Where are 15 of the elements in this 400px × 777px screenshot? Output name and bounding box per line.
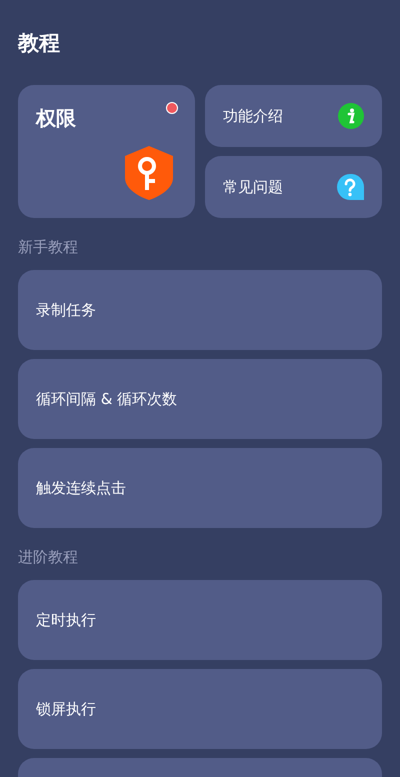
feature-card[interactable]: 功能介绍 — [205, 85, 382, 147]
section-heading: 进阶教程 — [18, 547, 79, 567]
tutorial-item[interactable]: 触发连续点击 — [18, 448, 382, 528]
feature-card[interactable]: 常见问题 — [205, 156, 382, 218]
page-title: 教程 — [18, 30, 61, 57]
permission-card[interactable]: 权限 — [18, 85, 195, 218]
tutorial-item[interactable]: 定时执行 — [18, 580, 382, 660]
section-heading: 新手教程 — [18, 237, 79, 257]
info-icon — [338, 103, 364, 129]
key-shield-icon — [125, 146, 173, 200]
help-icon — [337, 174, 364, 200]
tutorial-item[interactable]: 录制任务 — [18, 270, 382, 350]
tutorial-item[interactable]: 循环间隔 & 循环次数 — [18, 359, 382, 439]
card-title: 权限 — [36, 107, 76, 132]
tutorial-item[interactable]: 锁屏执行 — [18, 669, 382, 749]
